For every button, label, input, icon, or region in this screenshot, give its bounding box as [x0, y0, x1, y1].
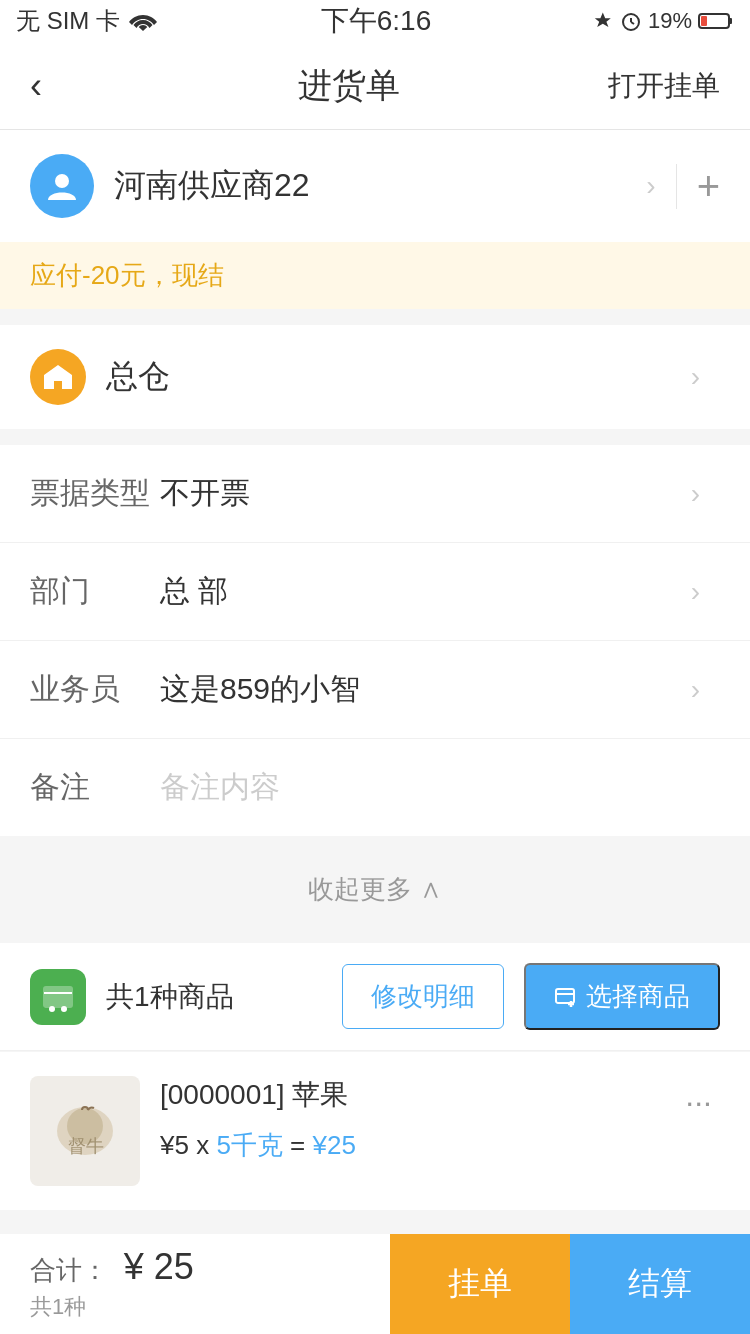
svg-rect-7	[44, 987, 72, 1007]
invoice-type-value: 不开票	[160, 473, 691, 514]
person-icon	[44, 168, 80, 204]
svg-point-9	[61, 1006, 67, 1012]
footer-total: 合计： ¥ 25 共1种	[0, 1246, 390, 1322]
product-more-button[interactable]: ···	[677, 1076, 720, 1129]
product-code: [0000001]	[160, 1079, 292, 1110]
open-pending-button[interactable]: 打开挂单	[608, 67, 720, 105]
supplier-name: 河南供应商22	[114, 164, 646, 208]
page-title: 进货单	[90, 63, 608, 109]
cart-add-icon	[554, 985, 578, 1009]
wifi-icon	[128, 11, 158, 31]
products-header: 共1种商品 修改明细 选择商品	[0, 943, 750, 1050]
product-thumbnail: 督牛	[30, 1076, 140, 1186]
select-product-label: 选择商品	[586, 979, 690, 1014]
collapse-bar[interactable]: 收起更多 ∧	[0, 852, 750, 927]
sim-signal: 无 SIM 卡	[16, 5, 120, 37]
department-row[interactable]: 部门 总 部 ›	[0, 543, 750, 641]
cart-icon	[42, 981, 74, 1013]
price-unit: ¥5	[160, 1130, 189, 1160]
product-name: [0000001] 苹果	[160, 1076, 657, 1114]
form-section: 票据类型 不开票 › 部门 总 部 › 业务员 这是859的小智 › 备注 备注…	[0, 445, 750, 836]
salesperson-label: 业务员	[30, 669, 160, 710]
supplier-row[interactable]: 河南供应商22 › +	[0, 130, 750, 242]
svg-rect-5	[701, 16, 707, 26]
warehouse-chevron-icon: ›	[691, 361, 700, 393]
status-time: 下午6:16	[321, 2, 432, 40]
product-item: 督牛 [0000001] 苹果 ¥5 x 5千克 = ¥25 ···	[0, 1052, 750, 1210]
settle-button[interactable]: 结算	[570, 1234, 750, 1334]
price-equals: =	[290, 1130, 312, 1160]
remark-row[interactable]: 备注 备注内容	[0, 739, 750, 836]
products-icon	[30, 969, 86, 1025]
location-icon	[594, 11, 614, 31]
total-count: 共1种	[30, 1292, 360, 1322]
status-right: 19%	[594, 8, 734, 34]
total-amount: ¥ 25	[124, 1246, 194, 1287]
add-supplier-button[interactable]: +	[676, 164, 720, 209]
department-label: 部门	[30, 571, 160, 612]
home-icon	[42, 361, 74, 393]
supplier-notice: 应付-20元，现结	[0, 242, 750, 309]
salesperson-chevron-icon: ›	[691, 674, 700, 706]
svg-line-2	[631, 22, 634, 24]
footer: 合计： ¥ 25 共1种 挂单 结算	[0, 1234, 750, 1334]
edit-detail-button[interactable]: 修改明细	[342, 964, 504, 1029]
warehouse-name: 总仓	[106, 355, 691, 399]
product-title: 苹果	[292, 1079, 348, 1110]
supplier-avatar	[30, 154, 94, 218]
product-info: [0000001] 苹果 ¥5 x 5千克 = ¥25	[160, 1076, 657, 1163]
alarm-icon	[620, 10, 642, 32]
products-count: 共1种商品	[106, 978, 322, 1016]
total-label: 合计：	[30, 1255, 108, 1285]
price-quantity: 5千克	[216, 1130, 282, 1160]
warehouse-icon	[30, 349, 86, 405]
status-bar: 无 SIM 卡 下午6:16 19%	[0, 0, 750, 42]
nav-bar: ‹ 进货单 打开挂单	[0, 42, 750, 130]
suspend-button[interactable]: 挂单	[390, 1234, 570, 1334]
salesperson-row[interactable]: 业务员 这是859的小智 ›	[0, 641, 750, 739]
warehouse-section[interactable]: 总仓 ›	[0, 325, 750, 429]
back-button[interactable]: ‹	[30, 65, 90, 107]
battery-percent: 19%	[648, 8, 692, 34]
salesperson-value: 这是859的小智	[160, 669, 691, 710]
battery-icon	[698, 11, 734, 31]
remark-value: 备注内容	[160, 767, 720, 808]
department-chevron-icon: ›	[691, 576, 700, 608]
product-image: 督牛	[50, 1096, 120, 1166]
svg-rect-4	[729, 18, 732, 24]
price-separator: x	[196, 1130, 216, 1160]
invoice-type-label: 票据类型	[30, 473, 160, 514]
price-total: ¥25	[313, 1130, 356, 1160]
svg-text:督牛: 督牛	[68, 1136, 104, 1156]
invoice-type-row[interactable]: 票据类型 不开票 ›	[0, 445, 750, 543]
select-product-button[interactable]: 选择商品	[524, 963, 720, 1030]
department-value: 总 部	[160, 571, 691, 612]
supplier-chevron-icon: ›	[646, 170, 655, 202]
invoice-chevron-icon: ›	[691, 478, 700, 510]
product-price: ¥5 x 5千克 = ¥25	[160, 1128, 657, 1163]
svg-rect-10	[556, 989, 574, 1003]
supplier-section: 河南供应商22 › + 应付-20元，现结	[0, 130, 750, 309]
status-left: 无 SIM 卡	[16, 5, 158, 37]
svg-point-6	[55, 174, 69, 188]
svg-point-8	[49, 1006, 55, 1012]
remark-label: 备注	[30, 767, 160, 808]
